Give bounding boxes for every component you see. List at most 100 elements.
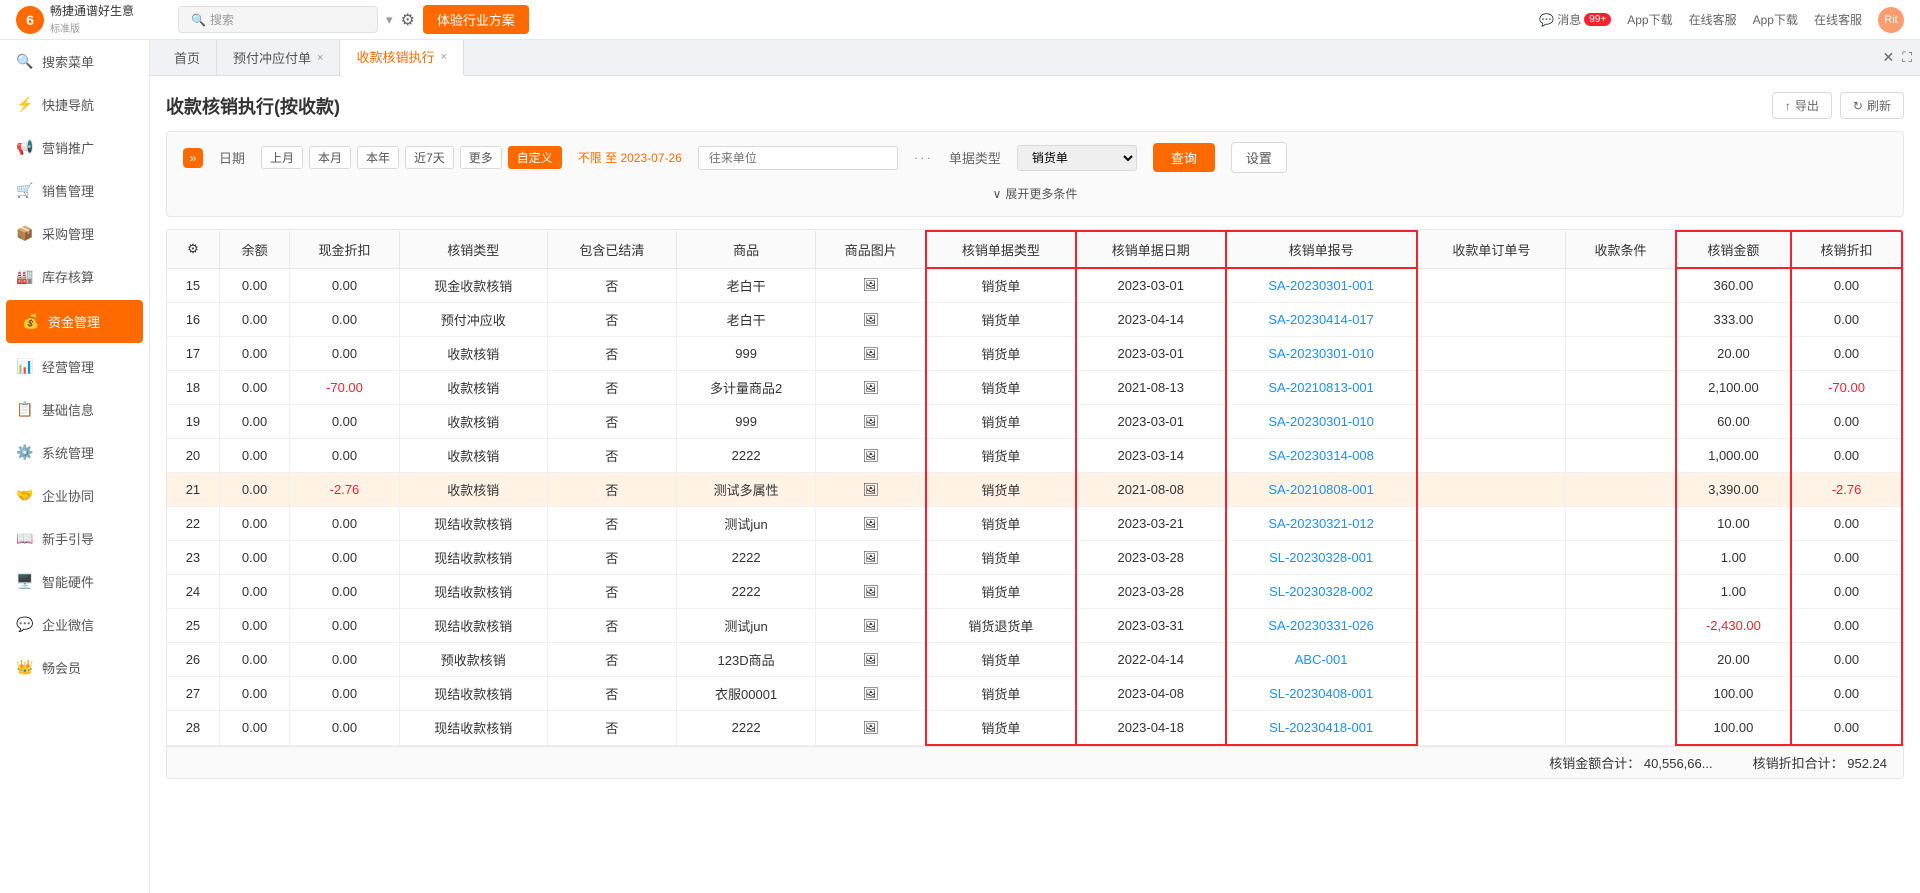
setting-button[interactable]: 设置 [1231, 142, 1287, 173]
tab-home[interactable]: 首页 [158, 40, 217, 76]
cell-cancel-bill-no[interactable]: SL-20230418-001 [1226, 711, 1417, 746]
sidebar-item-search-menu[interactable]: 🔍 搜索菜单 [0, 40, 149, 83]
cell-cancel-bill-no[interactable]: SA-20230414-017 [1226, 303, 1417, 337]
sidebar-item-purchase[interactable]: 📦 采购管理 [0, 212, 149, 255]
app-download[interactable]: App下载 [1627, 11, 1672, 28]
sidebar-item-quick-nav[interactable]: ⚡ 快捷导航 [0, 83, 149, 126]
export-button[interactable]: ↑ 导出 [1772, 92, 1832, 119]
date-btn-7days[interactable]: 近7天 [405, 146, 454, 169]
bill-no-link[interactable]: SA-20230331-026 [1268, 618, 1374, 633]
filter-expand-btn[interactable]: » [183, 148, 203, 168]
bill-no-link[interactable]: SL-20230418-001 [1269, 720, 1373, 735]
cell-cancel-discount: 0.00 [1791, 575, 1902, 609]
bill-no-link[interactable]: SA-20230301-010 [1268, 414, 1374, 429]
sidebar-item-guide[interactable]: 📖 新手引导 [0, 517, 149, 560]
bill-no-link[interactable]: SA-20230301-001 [1268, 278, 1374, 293]
tab-receipt-cancel[interactable]: 收款核销执行× [340, 40, 463, 76]
cell-cancel-bill-no[interactable]: SA-20230301-010 [1226, 337, 1417, 371]
sidebar-label-enterprise: 企业协同 [42, 486, 94, 505]
cell-cancel-bill-date: 2023-03-28 [1076, 575, 1226, 609]
cell-cancel-bill-no[interactable]: SL-20230328-001 [1226, 541, 1417, 575]
cell-cancel-amount: 3,390.00 [1676, 473, 1791, 507]
top-search[interactable]: 🔍 搜索 [178, 6, 378, 33]
sidebar-label-marketing: 营销推广 [42, 138, 94, 157]
cell-cancel-bill-date: 2021-08-08 [1076, 473, 1226, 507]
user-avatar[interactable]: Rit [1878, 7, 1904, 33]
bill-no-link[interactable]: SA-20230301-010 [1268, 346, 1374, 361]
tab-close-receipt-cancel[interactable]: × [440, 51, 446, 63]
cell-cancel-bill-no[interactable]: SA-20210808-001 [1226, 473, 1417, 507]
maximize-icon[interactable]: ⛶ [1902, 49, 1912, 66]
bill-no-link[interactable]: SL-20230408-001 [1269, 686, 1373, 701]
expand-more-btn[interactable]: ∨ 展开更多条件 [989, 181, 1082, 206]
cell-num: 25 [167, 609, 219, 643]
bill-no-link[interactable]: SL-20230328-001 [1269, 550, 1373, 565]
cell-cash-discount: 0.00 [290, 643, 399, 677]
message-area[interactable]: 💬 消息 99+ [1539, 11, 1611, 28]
date-btn-last-month[interactable]: 上月 [261, 146, 303, 169]
cell-cash-discount: -70.00 [290, 371, 399, 405]
cell-cancel-bill-date: 2021-08-13 [1076, 371, 1226, 405]
sidebar-item-basic[interactable]: 📋 基础信息 [0, 388, 149, 431]
online-service[interactable]: 在线客服 [1689, 11, 1737, 28]
cell-include-cleared: 否 [547, 609, 676, 643]
cell-cancel-bill-no[interactable]: SA-20230321-012 [1226, 507, 1417, 541]
online-service-label: 在线客服 [1814, 11, 1862, 28]
date-btn-this-month[interactable]: 本月 [309, 146, 351, 169]
gear-icon[interactable]: ⚙ [401, 10, 415, 30]
unit-input[interactable] [698, 146, 898, 170]
cell-cancel-amount: 1,000.00 [1676, 439, 1791, 473]
cell-cancel-bill-date: 2023-04-14 [1076, 303, 1226, 337]
cell-cancel-bill-no[interactable]: SA-20230301-001 [1226, 268, 1417, 303]
sidebar-item-member[interactable]: 👑 畅会员 [0, 646, 149, 689]
logo-icon: 6 [16, 6, 44, 34]
cell-cancel-bill-no[interactable]: SA-20210813-001 [1226, 371, 1417, 405]
cell-cancel-bill-date: 2023-03-01 [1076, 405, 1226, 439]
sidebar-label-search-menu: 搜索菜单 [42, 52, 94, 71]
bill-no-link[interactable]: SL-20230328-002 [1269, 584, 1373, 599]
cell-goods: 999 [676, 405, 816, 439]
close-window-icon[interactable]: ✕ [1882, 49, 1894, 66]
bill-type-select[interactable]: 销货单 采购单 [1017, 145, 1137, 171]
date-btn-this-year[interactable]: 本年 [357, 146, 399, 169]
cell-cancel-discount: 0.00 [1791, 337, 1902, 371]
sidebar-item-system[interactable]: ⚙️ 系统管理 [0, 431, 149, 474]
sidebar-item-operation[interactable]: 📊 经营管理 [0, 345, 149, 388]
cell-cancel-bill-no[interactable]: SA-20230331-026 [1226, 609, 1417, 643]
cell-cash-discount: 0.00 [290, 677, 399, 711]
bill-no-link[interactable]: SA-20210813-001 [1268, 380, 1374, 395]
cell-cancel-bill-no[interactable]: ABC-001 [1226, 643, 1417, 677]
cell-cancel-type: 现结收款核销 [399, 507, 547, 541]
sidebar-item-enterprise[interactable]: 🤝 企业协同 [0, 474, 149, 517]
cell-cancel-bill-no[interactable]: SA-20230314-008 [1226, 439, 1417, 473]
sidebar-item-hardware[interactable]: 🖥️ 智能硬件 [0, 560, 149, 603]
sidebar-item-wechat[interactable]: 💬 企业微信 [0, 603, 149, 646]
bill-no-link[interactable]: ABC-001 [1295, 652, 1348, 667]
cell-cancel-bill-no[interactable]: SL-20230408-001 [1226, 677, 1417, 711]
page-header: 收款核销执行(按收款) ↑ 导出 ↻ 刷新 [166, 92, 1904, 119]
sidebar-item-inventory[interactable]: 🏭 库存核算 [0, 255, 149, 298]
inventory-icon: 🏭 [16, 268, 34, 285]
refresh-button[interactable]: ↻ 刷新 [1840, 92, 1904, 119]
date-btn-more[interactable]: 更多 [460, 146, 502, 169]
logo-title: 畅捷通谱好生意 [50, 4, 134, 20]
bill-no-link[interactable]: SA-20210808-001 [1268, 482, 1374, 497]
bill-no-link[interactable]: SA-20230414-017 [1268, 312, 1374, 327]
sidebar-item-marketing[interactable]: 📢 营销推广 [0, 126, 149, 169]
query-button[interactable]: 查询 [1153, 143, 1215, 172]
bill-no-link[interactable]: SA-20230314-008 [1268, 448, 1374, 463]
col-header-gear: ⚙ [167, 231, 219, 268]
bill-no-link[interactable]: SA-20230321-012 [1268, 516, 1374, 531]
cell-cancel-bill-no[interactable]: SL-20230328-002 [1226, 575, 1417, 609]
tab-prepay[interactable]: 预付冲应付单× [217, 40, 340, 76]
sidebar-item-finance[interactable]: 💰 资金管理 [6, 300, 143, 343]
industry-btn[interactable]: 体验行业方案 [423, 5, 529, 34]
cell-cancel-bill-no[interactable]: SA-20230301-010 [1226, 405, 1417, 439]
cell-include-cleared: 否 [547, 337, 676, 371]
tab-close-prepay[interactable]: × [317, 52, 323, 64]
date-btn-custom[interactable]: 自定义 [508, 146, 562, 169]
app-download-label: App下载 [1753, 11, 1798, 28]
sidebar-item-sales[interactable]: 🛒 销售管理 [0, 169, 149, 212]
top-bar-right: 💬 消息 99+ App下载 在线客服 App下载 在线客服 Rit [1539, 7, 1904, 33]
cell-goods: 测试多属性 [676, 473, 816, 507]
